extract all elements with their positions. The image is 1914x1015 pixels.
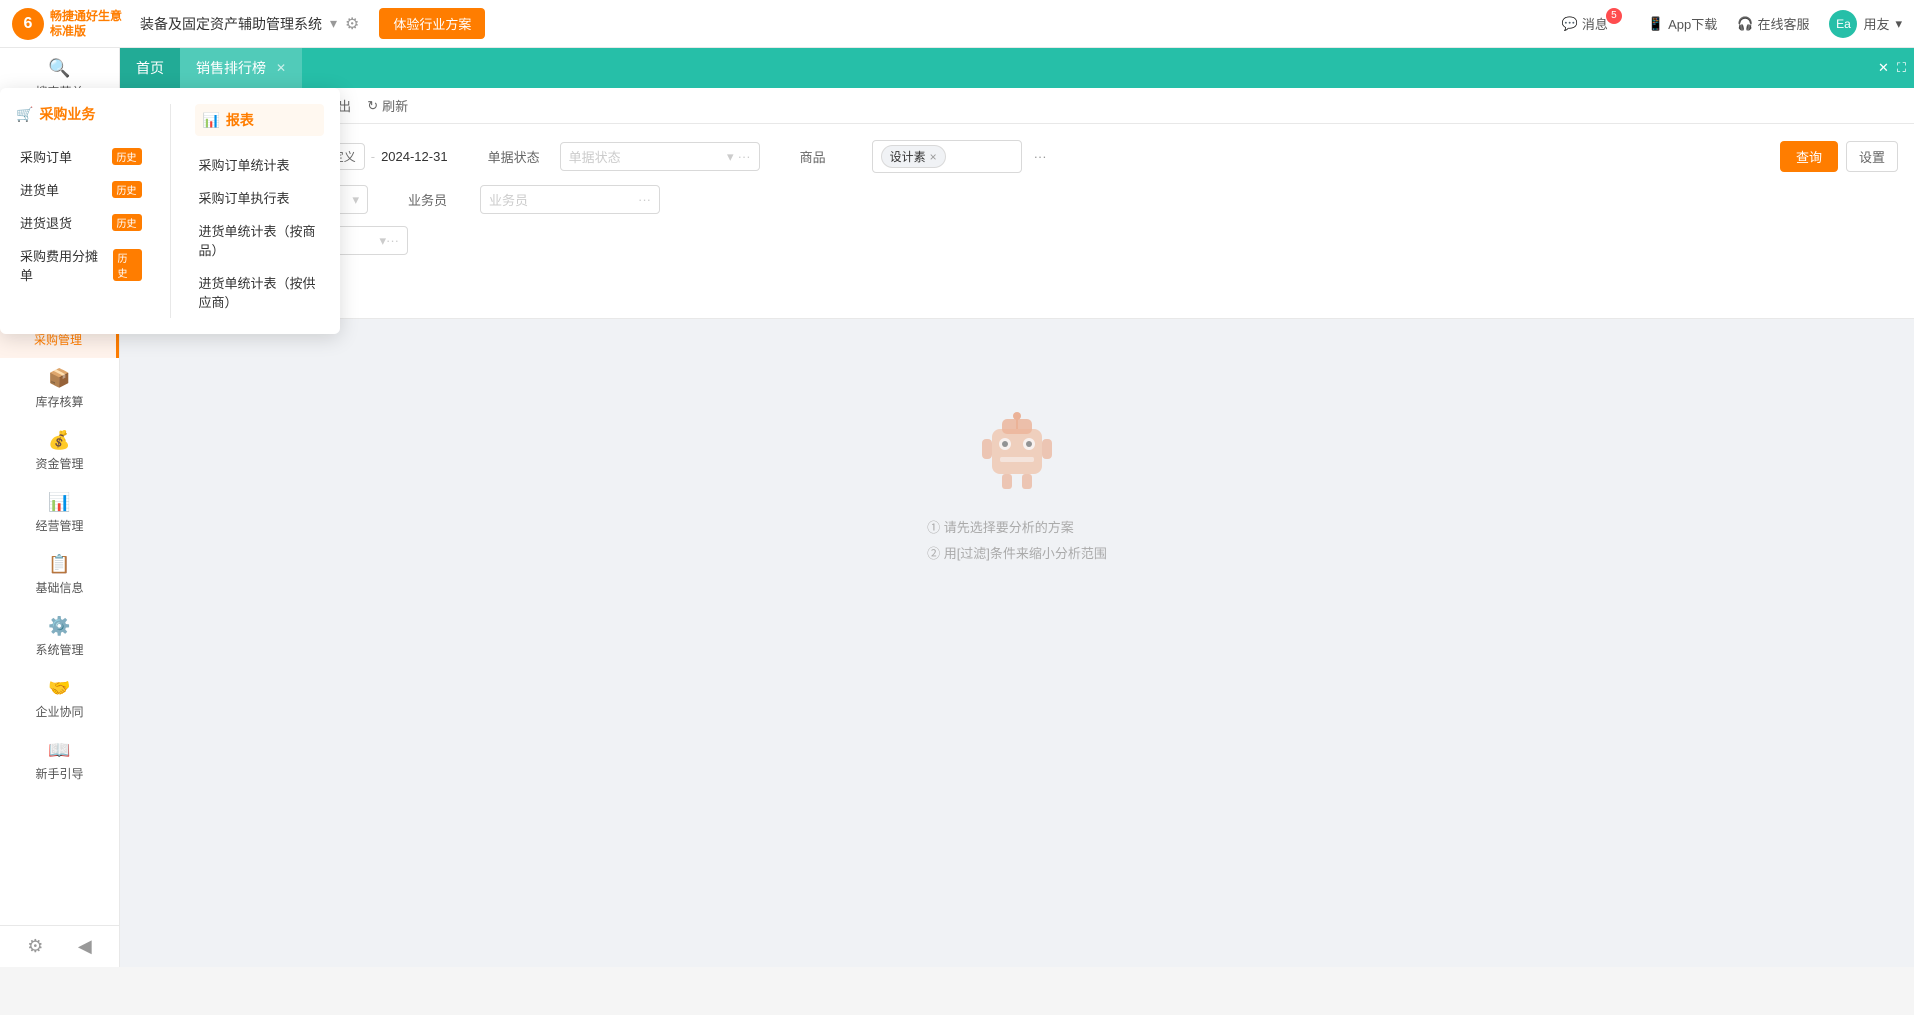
report-section: 📊 报表 采购订单统计表 采购订单执行表 进货单统计表（按商品） 进货单统计表（… xyxy=(195,104,325,318)
menu-item-purchase-receipt[interactable]: 进货单 历史 xyxy=(16,173,146,206)
history-badge-receipt: 历史 xyxy=(112,181,142,198)
menu-divider xyxy=(170,104,171,318)
menu-item-purchase-order[interactable]: 采购订单 历史 xyxy=(16,140,146,173)
history-badge-expense: 历史 xyxy=(113,249,142,281)
report-section-icon: 📊 xyxy=(203,112,220,129)
report-section-title: 📊 报表 xyxy=(195,104,325,136)
purchase-section-title: 🛒 采购业务 xyxy=(16,104,146,128)
purchase-dropdown-menu: 🛒 采购业务 采购订单 历史 进货单 历史 进货退货 历史 采购费用分摊单 历史… xyxy=(0,88,340,334)
menu-item-receipt-stats-supplier[interactable]: 进货单统计表（按供应商） xyxy=(195,266,325,318)
menu-item-purchase-return[interactable]: 进货退货 历史 xyxy=(16,206,146,239)
history-badge-return: 历史 xyxy=(112,214,142,231)
purchase-section-icon: 🛒 xyxy=(16,106,33,123)
menu-item-purchase-expense[interactable]: 采购费用分摊单 历史 xyxy=(16,239,146,291)
menu-item-order-stats[interactable]: 采购订单统计表 xyxy=(195,148,325,181)
history-badge-purchase-order: 历史 xyxy=(112,148,142,165)
menu-item-order-exec[interactable]: 采购订单执行表 xyxy=(195,181,325,214)
purchase-section: 🛒 采购业务 采购订单 历史 进货单 历史 进货退货 历史 采购费用分摊单 历史 xyxy=(16,104,146,318)
menu-item-receipt-stats-goods[interactable]: 进货单统计表（按商品） xyxy=(195,214,325,266)
